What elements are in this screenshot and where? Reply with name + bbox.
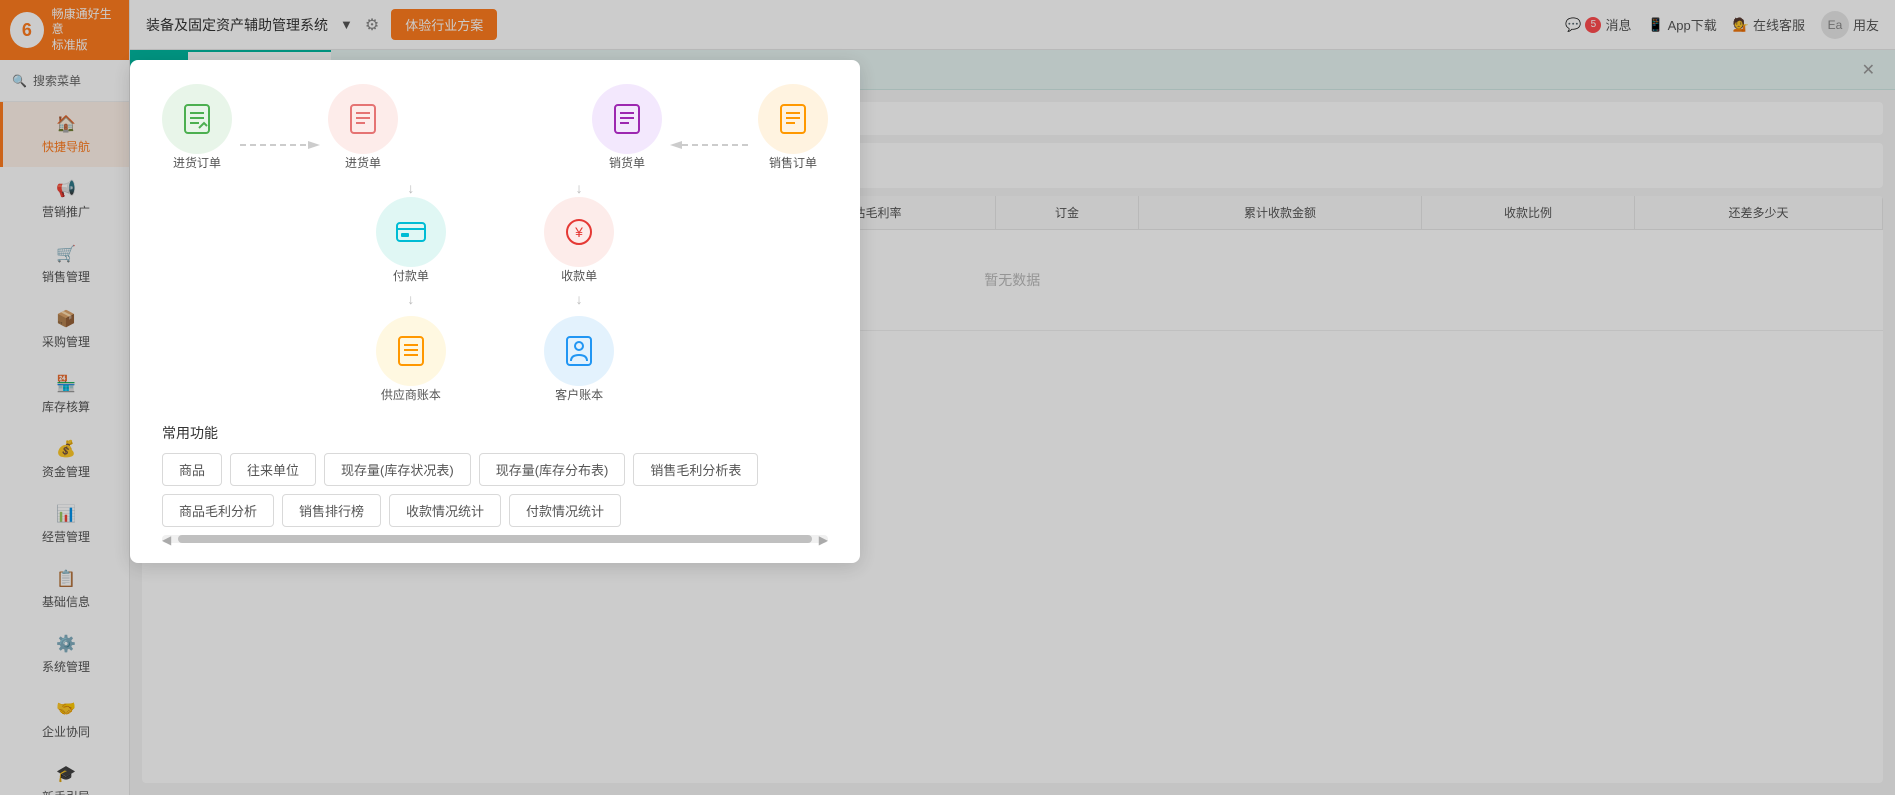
flow-node-sales-bill: 销货单 bbox=[592, 84, 662, 171]
common-functions-title: 常用功能 bbox=[162, 423, 828, 443]
common-btn-goods-gross[interactable]: 商品毛利分析 bbox=[162, 494, 274, 527]
flow-node-purchase-bill: 进货单 bbox=[328, 84, 398, 171]
common-btn-counterparty[interactable]: 往来单位 bbox=[230, 453, 316, 486]
receipt-icon: ¥ bbox=[544, 197, 614, 267]
common-btn-gross-analysis[interactable]: 销售毛利分析表 bbox=[633, 453, 758, 486]
common-btn-payment-stats[interactable]: 付款情况统计 bbox=[509, 494, 621, 527]
flow-modal: 进货订单 进货单 销货单 bbox=[130, 60, 860, 563]
purchase-order-icon bbox=[162, 84, 232, 154]
flow-diagram: 进货订单 进货单 销货单 bbox=[162, 84, 828, 403]
customer-ledger-icon bbox=[544, 316, 614, 386]
flow-node-supplier-ledger: 供应商账本 bbox=[376, 316, 446, 403]
flow-node-sales-order: 销售订单 bbox=[758, 84, 828, 171]
scroll-left-arrow[interactable]: ◀ bbox=[162, 533, 171, 547]
common-btn-stock-dist[interactable]: 现存量(库存分布表) bbox=[479, 453, 626, 486]
common-functions-section: 常用功能 商品 往来单位 现存量(库存状况表) 现存量(库存分布表) 销售毛利分… bbox=[162, 423, 828, 527]
down-arrow-payment: ↓ bbox=[407, 181, 414, 195]
scroll-thumb[interactable] bbox=[178, 535, 812, 543]
scroll-right-arrow[interactable]: ▶ bbox=[819, 533, 828, 547]
payment-icon bbox=[376, 197, 446, 267]
svg-text:¥: ¥ bbox=[574, 224, 583, 240]
purchase-bill-icon bbox=[328, 84, 398, 154]
common-btn-goods[interactable]: 商品 bbox=[162, 453, 222, 486]
common-btn-stock-status[interactable]: 现存量(库存状况表) bbox=[324, 453, 471, 486]
supplier-ledger-icon bbox=[376, 316, 446, 386]
flow-node-receipt: ¥ 收款单 bbox=[544, 197, 614, 284]
flow-node-customer-ledger: 客户账本 bbox=[544, 316, 614, 403]
down-arrow-supplier: ↓ bbox=[407, 292, 414, 306]
down-arrow-receipt: ↓ bbox=[576, 181, 583, 195]
common-functions-buttons: 商品 往来单位 现存量(库存状况表) 现存量(库存分布表) 销售毛利分析表 商品… bbox=[162, 453, 828, 527]
common-btn-receipt-stats[interactable]: 收款情况统计 bbox=[389, 494, 501, 527]
down-arrow-customer: ↓ bbox=[576, 292, 583, 306]
flow-node-purchase-order: 进货订单 bbox=[162, 84, 232, 171]
common-btn-sales-rank[interactable]: 销售排行榜 bbox=[282, 494, 381, 527]
sales-order-icon bbox=[758, 84, 828, 154]
flow-node-payment: 付款单 bbox=[376, 197, 446, 284]
sales-bill-icon bbox=[592, 84, 662, 154]
scroll-track: ◀ ▶ bbox=[162, 535, 828, 543]
